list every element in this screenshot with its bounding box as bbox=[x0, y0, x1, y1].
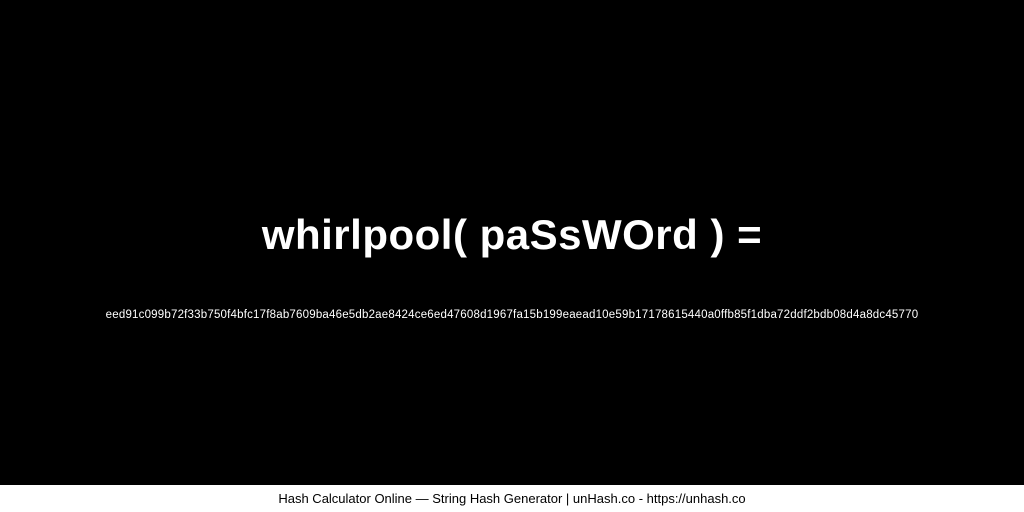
hash-expression-heading: whirlpool( paSsWOrd ) = bbox=[262, 211, 762, 259]
hash-output-value: eed91c099b72f33b750f4bfc17f8ab7609ba46e5… bbox=[106, 309, 919, 321]
footer-separator: - bbox=[635, 491, 647, 506]
footer-link-site[interactable]: unHash.co bbox=[573, 491, 635, 506]
footer-link-url[interactable]: https://unhash.co bbox=[647, 491, 746, 506]
footer-bar: Hash Calculator Online — String Hash Gen… bbox=[0, 485, 1024, 512]
main-content: whirlpool( paSsWOrd ) = eed91c099b72f33b… bbox=[0, 20, 1024, 512]
footer-text: Hash Calculator Online — String Hash Gen… bbox=[278, 491, 573, 506]
